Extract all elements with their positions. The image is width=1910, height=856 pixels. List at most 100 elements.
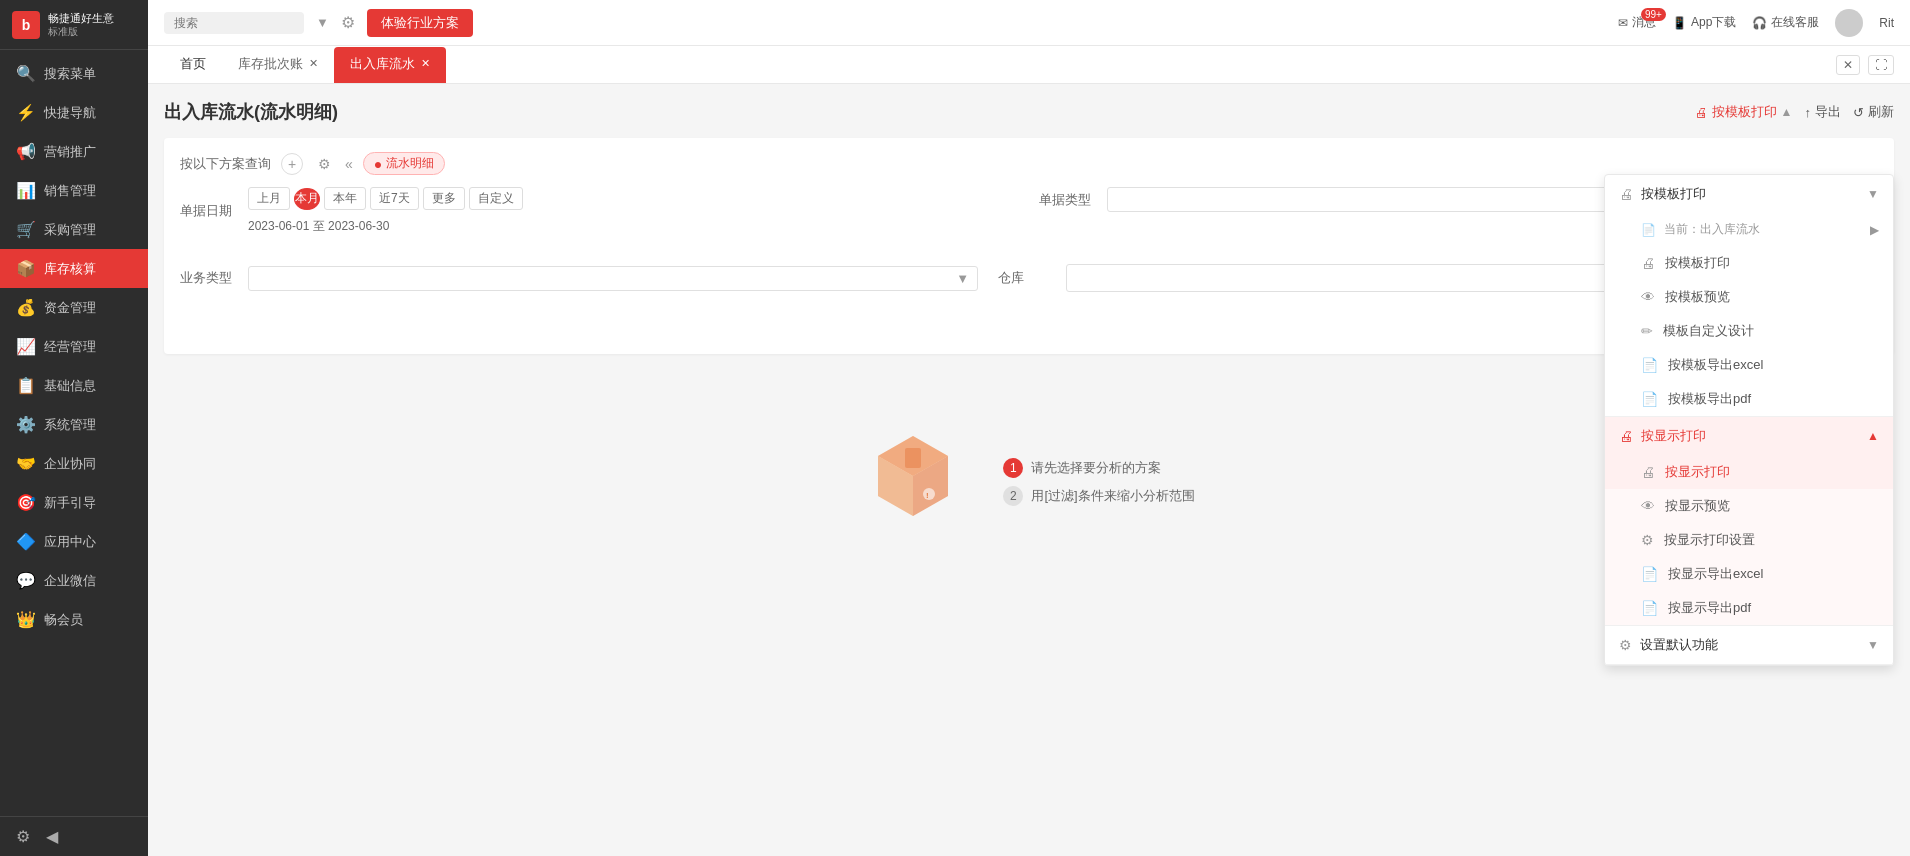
- date-btn-custom[interactable]: 自定义: [469, 187, 523, 210]
- print-button[interactable]: 🖨 按模板打印 ▲: [1695, 103, 1793, 121]
- sidebar-item-search[interactable]: 🔍 搜索菜单: [0, 54, 148, 93]
- display-print-header-icon: 🖨: [1619, 428, 1633, 444]
- topbar-gear-icon[interactable]: ⚙: [341, 13, 355, 32]
- biz-type-select[interactable]: ▼: [248, 266, 978, 291]
- search-arrow-icon[interactable]: ▼: [316, 15, 329, 30]
- display-preview-icon: 👁: [1641, 498, 1655, 514]
- sidebar-item-basics[interactable]: 📋 基础信息: [0, 366, 148, 405]
- dropdown-item-display-preview[interactable]: 👁 按显示预览: [1605, 489, 1893, 523]
- sidebar-item-membership[interactable]: 👑 畅会员: [0, 600, 148, 639]
- warehouse-label: 仓库: [998, 269, 1058, 287]
- dropdown-section-default: ⚙ 设置默认功能 ▼: [1605, 626, 1893, 665]
- sidebar-item-wechat[interactable]: 💬 企业微信: [0, 561, 148, 600]
- export-button[interactable]: ↑ 导出: [1805, 103, 1842, 121]
- filter-add-button[interactable]: +: [281, 153, 303, 175]
- dropdown-panel: 🖨 按模板打印 ▼ 📄 当前：出入库流水 ▶ 🖨 按模板打印: [1604, 174, 1894, 666]
- tab-close-all-button[interactable]: ✕: [1836, 55, 1860, 75]
- online-service-button[interactable]: 🎧 在线客服: [1752, 14, 1819, 31]
- sidebar-item-sales[interactable]: 📊 销售管理: [0, 171, 148, 210]
- sidebar-item-label: 系统管理: [44, 416, 96, 434]
- dropdown-item-display-excel[interactable]: 📄 按显示导出excel: [1605, 557, 1893, 591]
- tabbar-controls: ✕ ⛶: [1836, 55, 1894, 75]
- sidebar-item-system[interactable]: ⚙️ 系统管理: [0, 405, 148, 444]
- date-btn-this-year[interactable]: 本年: [324, 187, 366, 210]
- sidebar-item-operations[interactable]: 📈 经营管理: [0, 327, 148, 366]
- diamond-icon: 🔷: [16, 532, 36, 551]
- tab-flow[interactable]: 出入库流水 ✕: [334, 47, 446, 83]
- sidebar-item-inventory[interactable]: 📦 库存核算: [0, 249, 148, 288]
- topbar: ▼ ⚙ 体验行业方案 ✉ 消息 99+ 📱 App下载 🎧 在线客服 Rit: [148, 0, 1910, 46]
- page-header: 出入库流水(流水明细) 🖨 按模板打印 ▲ ↑ 导出 ↺ 刷新: [164, 100, 1894, 124]
- biz-dropdown-arrow-icon: ▼: [956, 271, 969, 286]
- template-print-header[interactable]: 🖨 按模板打印 ▼: [1605, 175, 1893, 213]
- message-button[interactable]: ✉ 消息 99+: [1618, 14, 1656, 31]
- dropdown-item-template-preview[interactable]: 👁 按模板预览: [1605, 280, 1893, 314]
- sidebar-item-finance[interactable]: 💰 资金管理: [0, 288, 148, 327]
- sidebar-item-quicknav[interactable]: ⚡ 快捷导航: [0, 93, 148, 132]
- sidebar-item-newbie[interactable]: 🎯 新手引导: [0, 483, 148, 522]
- crown-icon: 👑: [16, 610, 36, 629]
- sidebar-item-label: 畅会员: [44, 611, 83, 629]
- preview-item-icon: 👁: [1641, 289, 1655, 305]
- empty-steps: 1 请先选择要分析的方案 2 用[过滤]条件来缩小分析范围: [1003, 458, 1194, 514]
- sidebar-item-marketing[interactable]: 📢 营销推广: [0, 132, 148, 171]
- date-btn-more[interactable]: 更多: [423, 187, 465, 210]
- tab-flow-close-icon[interactable]: ✕: [421, 57, 430, 70]
- sidebar-item-label: 基础信息: [44, 377, 96, 395]
- display-print-header[interactable]: 🖨 按显示打印 ▲: [1605, 417, 1893, 455]
- filter-chip[interactable]: ● 流水明细: [363, 152, 445, 175]
- dropdown-item-display-settings[interactable]: ⚙ 按显示打印设置: [1605, 523, 1893, 557]
- sidebar-item-label: 资金管理: [44, 299, 96, 317]
- filter-collapse-button[interactable]: «: [345, 156, 353, 172]
- tab-batch-close-icon[interactable]: ✕: [309, 57, 318, 70]
- sidebar-item-purchase[interactable]: 🛒 采购管理: [0, 210, 148, 249]
- sidebar: b 畅捷通好生意 标准版 🔍 搜索菜单 ⚡ 快捷导航 📢 营销推广 📊 销售管理…: [0, 0, 148, 856]
- date-btn-last-month[interactable]: 上月: [248, 187, 290, 210]
- date-field: 单据日期 上月 本月 本年 近7天 更多 自定义 2023-06-01 至 20…: [180, 187, 1019, 235]
- tab-expand-button[interactable]: ⛶: [1868, 55, 1894, 75]
- tab-home[interactable]: 首页: [164, 47, 222, 83]
- dropdown-item-template-pdf[interactable]: 📄 按模板导出pdf: [1605, 382, 1893, 416]
- user-avatar[interactable]: [1835, 9, 1863, 37]
- printer-item-icon: 🖨: [1641, 255, 1655, 271]
- dropdown-item-display-pdf[interactable]: 📄 按显示导出pdf: [1605, 591, 1893, 625]
- sidebar-item-appcenter[interactable]: 🔷 应用中心: [0, 522, 148, 561]
- filter-label: 按以下方案查询: [180, 155, 271, 173]
- refresh-button[interactable]: ↺ 刷新: [1853, 103, 1894, 121]
- username-label[interactable]: Rit: [1879, 16, 1894, 30]
- biz-type-field: 业务类型 ▼: [180, 266, 978, 291]
- default-func-header[interactable]: ⚙ 设置默认功能 ▼: [1605, 626, 1893, 664]
- megaphone-icon: 📢: [16, 142, 36, 161]
- cart-icon: 🛒: [16, 220, 36, 239]
- tab-batch[interactable]: 库存批次账 ✕: [222, 47, 334, 83]
- sidebar-item-collab[interactable]: 🤝 企业协同: [0, 444, 148, 483]
- collapse-sidebar-icon[interactable]: ◀: [46, 827, 58, 846]
- gear-icon: ⚙️: [16, 415, 36, 434]
- step-2-text: 用[过滤]条件来缩小分析范围: [1031, 487, 1194, 505]
- dropdown-item-template-custom[interactable]: ✏ 模板自定义设计: [1605, 314, 1893, 348]
- main-container: ▼ ⚙ 体验行业方案 ✉ 消息 99+ 📱 App下载 🎧 在线客服 Rit 首…: [148, 0, 1910, 856]
- dropdown-item-template-print[interactable]: 🖨 按模板打印: [1605, 246, 1893, 280]
- message-badge: 99+: [1641, 8, 1666, 21]
- sidebar-logo: b 畅捷通好生意 标准版: [0, 0, 148, 50]
- headset-icon: 🎧: [1752, 16, 1767, 30]
- filter-settings-button[interactable]: ⚙: [313, 153, 335, 175]
- page-title: 出入库流水(流水明细): [164, 100, 338, 124]
- date-btn-this-month[interactable]: 本月: [294, 188, 320, 210]
- dropdown-item-template-excel[interactable]: 📄 按模板导出excel: [1605, 348, 1893, 382]
- money-icon: 💰: [16, 298, 36, 317]
- date-btn-7days[interactable]: 近7天: [370, 187, 419, 210]
- edit-item-icon: ✏: [1641, 323, 1653, 339]
- settings-icon[interactable]: ⚙: [16, 827, 30, 846]
- default-func-chevron-icon: ▼: [1867, 638, 1879, 652]
- printer-icon: 🖨: [1695, 105, 1708, 120]
- date-label: 单据日期: [180, 202, 240, 220]
- template-current-item[interactable]: 📄 当前：出入库流水 ▶: [1605, 213, 1893, 246]
- template-print-header-icon: 🖨: [1619, 186, 1633, 202]
- display-pdf-icon: 📄: [1641, 600, 1658, 616]
- search-input[interactable]: [164, 12, 304, 34]
- app-download-button[interactable]: 📱 App下载: [1672, 14, 1736, 31]
- industry-solution-button[interactable]: 体验行业方案: [367, 9, 473, 37]
- dropdown-item-display-print[interactable]: 🖨 按显示打印: [1605, 455, 1893, 489]
- step-num-1: 1: [1003, 458, 1023, 478]
